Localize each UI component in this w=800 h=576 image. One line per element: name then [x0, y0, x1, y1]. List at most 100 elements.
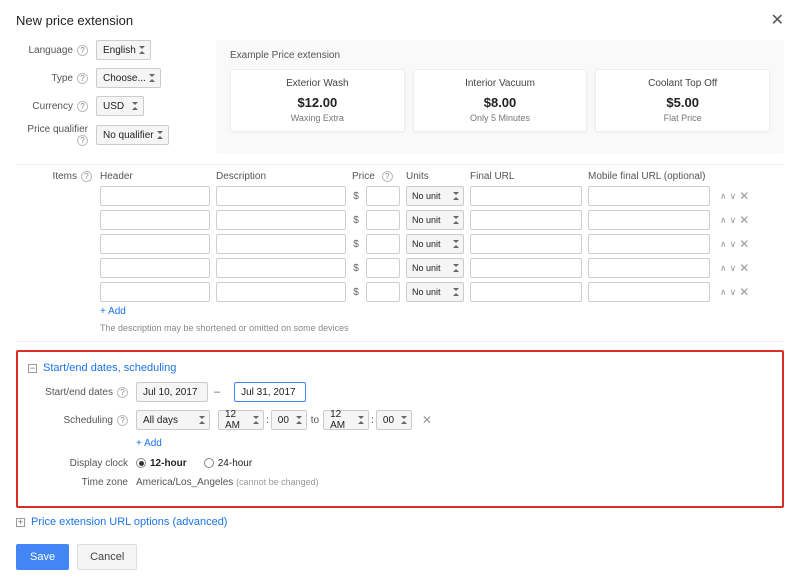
header-input[interactable]: [100, 234, 210, 254]
advanced-toggle[interactable]: + Price extension URL options (advanced): [16, 516, 784, 528]
description-input[interactable]: [216, 234, 346, 254]
schedule-toggle[interactable]: − Start/end dates, scheduling: [28, 362, 772, 374]
header-input[interactable]: [100, 258, 210, 278]
move-up-icon[interactable]: ∧: [720, 239, 727, 250]
move-up-icon[interactable]: ∧: [720, 215, 727, 226]
description-input[interactable]: [216, 282, 346, 302]
remove-row-icon[interactable]: ✕: [739, 285, 749, 299]
preview-panel: Example Price extension Exterior Wash$12…: [216, 40, 784, 154]
remove-row-icon[interactable]: ✕: [739, 189, 749, 203]
mobile-url-input[interactable]: [588, 210, 710, 230]
card-price: $8.00: [418, 95, 583, 110]
clock-24-radio[interactable]: [204, 458, 214, 468]
move-up-icon[interactable]: ∧: [720, 191, 727, 202]
price-input[interactable]: [366, 210, 400, 230]
page-title: New price extension: [16, 13, 133, 28]
description-input[interactable]: [216, 186, 346, 206]
unit-select[interactable]: No unit: [406, 282, 464, 302]
unit-select[interactable]: No unit: [406, 234, 464, 254]
help-icon[interactable]: ?: [77, 45, 88, 56]
add-schedule-link[interactable]: + Add: [136, 438, 162, 449]
final-url-input[interactable]: [470, 258, 582, 278]
price-input[interactable]: [366, 234, 400, 254]
tz-value: America/Los_Angeles (cannot be changed): [136, 477, 319, 488]
final-url-input[interactable]: [470, 282, 582, 302]
header-input[interactable]: [100, 210, 210, 230]
qualifier-select[interactable]: No qualifier: [96, 125, 169, 145]
final-url-input[interactable]: [470, 186, 582, 206]
card-sub: Waxing Extra: [235, 113, 400, 123]
help-icon[interactable]: ?: [77, 135, 88, 146]
language-select[interactable]: English: [96, 40, 151, 60]
remove-row-icon[interactable]: ✕: [739, 237, 749, 251]
description-input[interactable]: [216, 258, 346, 278]
price-input[interactable]: [366, 282, 400, 302]
move-down-icon[interactable]: ∨: [730, 215, 737, 226]
end-date-input[interactable]: Jul 31, 2017: [234, 382, 306, 402]
type-select[interactable]: Choose...: [96, 68, 161, 88]
move-up-icon[interactable]: ∧: [720, 287, 727, 298]
end-min-select[interactable]: 00: [376, 410, 412, 430]
currency-symbol: $: [352, 215, 360, 226]
header-input[interactable]: [100, 282, 210, 302]
price-input[interactable]: [366, 258, 400, 278]
start-hour-select[interactable]: 12 AM: [218, 410, 264, 430]
header-input[interactable]: [100, 186, 210, 206]
unit-select[interactable]: No unit: [406, 210, 464, 230]
end-hour-select[interactable]: 12 AM: [323, 410, 369, 430]
remove-schedule-icon[interactable]: ✕: [422, 413, 432, 427]
tz-label: Time zone: [28, 477, 128, 488]
final-url-input[interactable]: [470, 234, 582, 254]
move-up-icon[interactable]: ∧: [720, 263, 727, 274]
item-row: $No unit∧∨✕: [100, 282, 784, 302]
expand-icon: +: [16, 518, 25, 527]
mobile-url-input[interactable]: [588, 258, 710, 278]
help-icon[interactable]: ?: [77, 101, 88, 112]
remove-row-icon[interactable]: ✕: [739, 213, 749, 227]
help-icon[interactable]: ?: [81, 171, 92, 182]
move-down-icon[interactable]: ∨: [730, 191, 737, 202]
schedule-section: − Start/end dates, scheduling Start/end …: [16, 350, 784, 508]
card-sub: Only 5 Minutes: [418, 113, 583, 123]
close-icon[interactable]: ✕: [771, 10, 784, 30]
currency-symbol: $: [352, 263, 360, 274]
move-down-icon[interactable]: ∨: [730, 287, 737, 298]
help-icon[interactable]: ?: [77, 73, 88, 84]
save-button[interactable]: Save: [16, 544, 69, 570]
mobile-url-input[interactable]: [588, 186, 710, 206]
price-input[interactable]: [366, 186, 400, 206]
type-label: Type?: [16, 73, 88, 84]
collapse-icon: −: [28, 364, 37, 373]
final-url-input[interactable]: [470, 210, 582, 230]
scheduling-label: Scheduling?: [28, 415, 128, 426]
dates-label: Start/end dates?: [28, 387, 128, 398]
help-icon[interactable]: ?: [382, 171, 393, 182]
move-down-icon[interactable]: ∨: [730, 263, 737, 274]
day-select[interactable]: All days: [136, 410, 210, 430]
item-row: $ No unit ∧∨✕: [100, 258, 784, 278]
qualifier-label: Price qualifier?: [16, 124, 88, 146]
move-down-icon[interactable]: ∨: [730, 239, 737, 250]
start-date-input[interactable]: Jul 10, 2017: [136, 382, 208, 402]
col-final-url: Final URL: [470, 171, 582, 182]
card-title: Interior Vacuum: [418, 78, 583, 89]
preview-title: Example Price extension: [230, 50, 770, 61]
col-header: Header: [100, 171, 210, 182]
currency-select[interactable]: USD: [96, 96, 144, 116]
start-min-select[interactable]: 00: [271, 410, 307, 430]
add-item-link[interactable]: + Add: [100, 306, 784, 317]
help-icon[interactable]: ?: [117, 415, 128, 426]
mobile-url-input[interactable]: [588, 282, 710, 302]
help-icon[interactable]: ?: [117, 387, 128, 398]
unit-select[interactable]: No unit: [406, 258, 464, 278]
mobile-url-input[interactable]: [588, 234, 710, 254]
items-note: The description may be shortened or omit…: [100, 323, 784, 333]
col-price: Price ?: [352, 171, 400, 182]
description-input[interactable]: [216, 210, 346, 230]
item-row: $No unit∧∨✕: [100, 234, 784, 254]
cancel-button[interactable]: Cancel: [77, 544, 137, 570]
clock-label: Display clock: [28, 458, 128, 469]
unit-select[interactable]: No unit: [406, 186, 464, 206]
clock-12-radio[interactable]: [136, 458, 146, 468]
remove-row-icon[interactable]: ✕: [739, 261, 749, 275]
